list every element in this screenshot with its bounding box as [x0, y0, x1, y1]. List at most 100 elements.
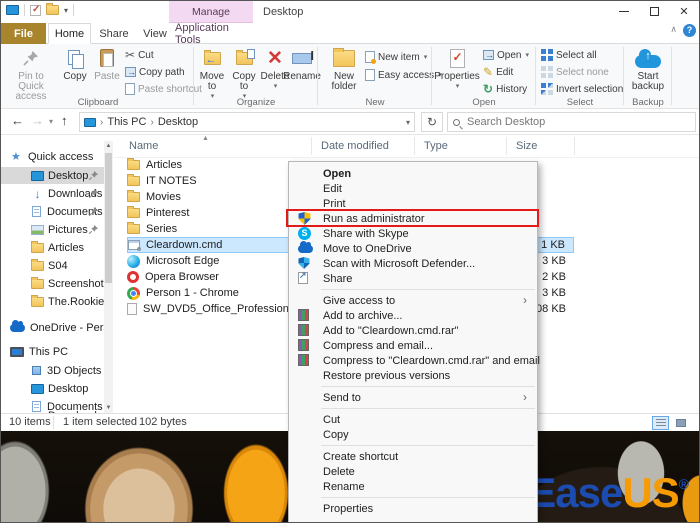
details-view-toggle[interactable]	[652, 416, 669, 430]
menu-item-restore-previous-versions[interactable]: Restore previous versions	[289, 368, 537, 383]
menu-item-delete[interactable]: Delete	[289, 464, 537, 479]
pencil-icon: ✎	[483, 65, 494, 79]
tab-home[interactable]: Home	[48, 23, 91, 44]
scroll-down-icon[interactable]: ▼	[104, 403, 113, 413]
scrollbar-thumb[interactable]	[105, 153, 112, 283]
menu-item-send-to[interactable]: Send to ›	[289, 390, 537, 405]
sidebar-item-documents[interactable]: Documents	[1, 203, 104, 220]
breadcrumb-desktop[interactable]: Desktop	[158, 116, 198, 128]
menu-item-edit[interactable]: Edit	[289, 181, 537, 196]
delete-button[interactable]: ✕ Delete ▾	[261, 46, 290, 92]
collapse-ribbon-icon[interactable]: ∧	[670, 24, 677, 35]
paste-button[interactable]: Paste	[91, 46, 123, 82]
scroll-up-icon[interactable]: ▲	[104, 141, 113, 151]
menu-item-rename[interactable]: Rename	[289, 479, 537, 494]
sidebar-item-screenshots[interactable]: Screenshots	[1, 275, 104, 292]
select-none-button[interactable]: Select none	[541, 65, 609, 79]
sidebar-item-this-pc[interactable]: This PC	[1, 343, 104, 360]
sidebar-item-quick-access[interactable]: Quick access	[1, 148, 104, 165]
sidebar-item-desktop[interactable]: Desktop	[1, 167, 104, 184]
easeus-watermark: EaseUS®	[528, 463, 689, 514]
tab-application-tools[interactable]: Application Tools	[175, 22, 251, 46]
sidebar-item-downloads[interactable]: Downloads	[1, 185, 104, 202]
menu-item-add-to-archive[interactable]: Add to archive...	[289, 308, 537, 323]
move-to-button[interactable]: ← Move to ▾	[197, 46, 227, 102]
new-folder-button[interactable]: New folder	[327, 46, 361, 92]
qat-customize-caret-icon[interactable]: ▾	[64, 6, 68, 15]
invert-selection-button[interactable]: Invert selection	[541, 82, 623, 96]
menu-item-run-as-administrator[interactable]: Run as administrator	[289, 211, 537, 226]
menu-item-give-access-to[interactable]: Give access to ›	[289, 293, 537, 308]
pin-icon	[88, 207, 98, 219]
edge-browser-icon	[127, 254, 140, 268]
sidebar-item-pictures[interactable]: Pictures	[1, 221, 104, 238]
back-arrow-icon[interactable]: ←	[11, 113, 24, 128]
column-header-type[interactable]: Type	[424, 140, 448, 152]
open-button[interactable]: Open▾	[483, 48, 529, 62]
menu-item-share-with-skype[interactable]: Share with Skype	[289, 226, 537, 241]
copy-path-button[interactable]: Copy path	[125, 65, 185, 79]
start-backup-button[interactable]: Start backup	[627, 46, 669, 92]
column-header-size[interactable]: Size	[516, 140, 537, 152]
qat-new-folder-icon[interactable]	[46, 3, 59, 15]
sidebar-item-the-rookie[interactable]: The.Rookie.S01.0	[1, 293, 104, 310]
menu-item-open[interactable]: Open	[289, 166, 537, 181]
copy-button[interactable]: Copy	[59, 46, 91, 82]
address-bar[interactable]: › This PC › Desktop ▾	[79, 112, 415, 132]
cut-button[interactable]: ✂ Cut	[125, 48, 154, 62]
menu-item-create-shortcut[interactable]: Create shortcut	[289, 449, 537, 464]
qat-properties-icon[interactable]	[30, 4, 41, 16]
tab-share[interactable]: Share	[93, 23, 135, 44]
sidebar-scrollbar[interactable]: ▲ ▼	[104, 141, 113, 413]
skype-icon	[298, 227, 311, 240]
large-icons-view-toggle[interactable]	[672, 416, 689, 430]
menu-item-move-to-onedrive[interactable]: Move to OneDrive	[289, 241, 537, 256]
sidebar-item-3d-objects[interactable]: 3D Objects	[1, 362, 104, 379]
menu-item-add-to-cleardown-rar[interactable]: Add to "Cleardown.cmd.rar"	[289, 323, 537, 338]
address-dropdown-caret-icon[interactable]: ▾	[406, 118, 410, 127]
copy-to-button[interactable]: Copy to ▾	[229, 46, 259, 102]
menu-item-print[interactable]: Print	[289, 196, 537, 211]
select-all-button[interactable]: Select all	[541, 48, 597, 62]
minimize-button[interactable]	[609, 1, 639, 21]
menu-item-compress-to-rar-and-email[interactable]: Compress to "Cleardown.cmd.rar" and emai…	[289, 353, 540, 368]
menu-item-copy[interactable]: Copy	[289, 427, 537, 442]
rename-button[interactable]: Rename	[283, 46, 321, 82]
menu-item-compress-and-email[interactable]: Compress and email...	[289, 338, 537, 353]
maximize-button[interactable]	[639, 1, 669, 21]
close-button[interactable]: ✕	[669, 1, 699, 21]
sidebar-item-s04[interactable]: S04	[1, 257, 104, 274]
sidebar-item-onedrive[interactable]: OneDrive - Person	[1, 319, 104, 336]
watermark-text-ease: Ease	[528, 469, 623, 516]
refresh-icon[interactable]: ↻	[421, 112, 443, 132]
menu-separator	[321, 289, 535, 290]
help-icon[interactable]: ?	[683, 24, 696, 37]
search-input[interactable]	[465, 115, 690, 129]
history-button[interactable]: ↻ History	[483, 82, 527, 96]
column-header-date-modified[interactable]: Date modified	[321, 140, 389, 152]
properties-button[interactable]: Properties▾	[434, 46, 480, 92]
recent-locations-caret-icon[interactable]: ▾	[49, 117, 53, 126]
menu-separator	[321, 445, 535, 446]
breadcrumb-chevron: ›	[100, 116, 104, 128]
tab-view[interactable]: View	[137, 23, 173, 44]
forward-arrow-icon[interactable]: →	[31, 113, 44, 128]
menu-item-scan-with-defender[interactable]: Scan with Microsoft Defender...	[289, 256, 537, 271]
edit-button[interactable]: ✎ Edit	[483, 65, 513, 79]
column-header-name[interactable]: Name	[129, 140, 158, 152]
search-box[interactable]	[447, 112, 696, 132]
pin-to-quick-access-button[interactable]: Pin to Quick access	[5, 46, 57, 102]
new-item-button[interactable]: New item ▾	[365, 50, 427, 64]
tab-file[interactable]: File	[1, 23, 46, 44]
menu-item-properties[interactable]: Properties	[289, 501, 537, 516]
scissors-icon: ✂	[125, 48, 136, 62]
menu-item-cut[interactable]: Cut	[289, 412, 537, 427]
menu-item-share[interactable]: Share	[289, 270, 537, 286]
breadcrumb-this-pc[interactable]: This PC	[107, 116, 146, 128]
sidebar-item-articles[interactable]: Articles	[1, 239, 104, 256]
sidebar-item-desktop-2[interactable]: Desktop	[1, 380, 104, 397]
downloads-arrow-icon	[31, 187, 44, 201]
paste-shortcut-button[interactable]: Paste shortcut	[125, 82, 202, 96]
manage-contextual-tab-header[interactable]: Manage	[169, 1, 253, 23]
up-arrow-icon[interactable]: ↑	[61, 113, 68, 128]
